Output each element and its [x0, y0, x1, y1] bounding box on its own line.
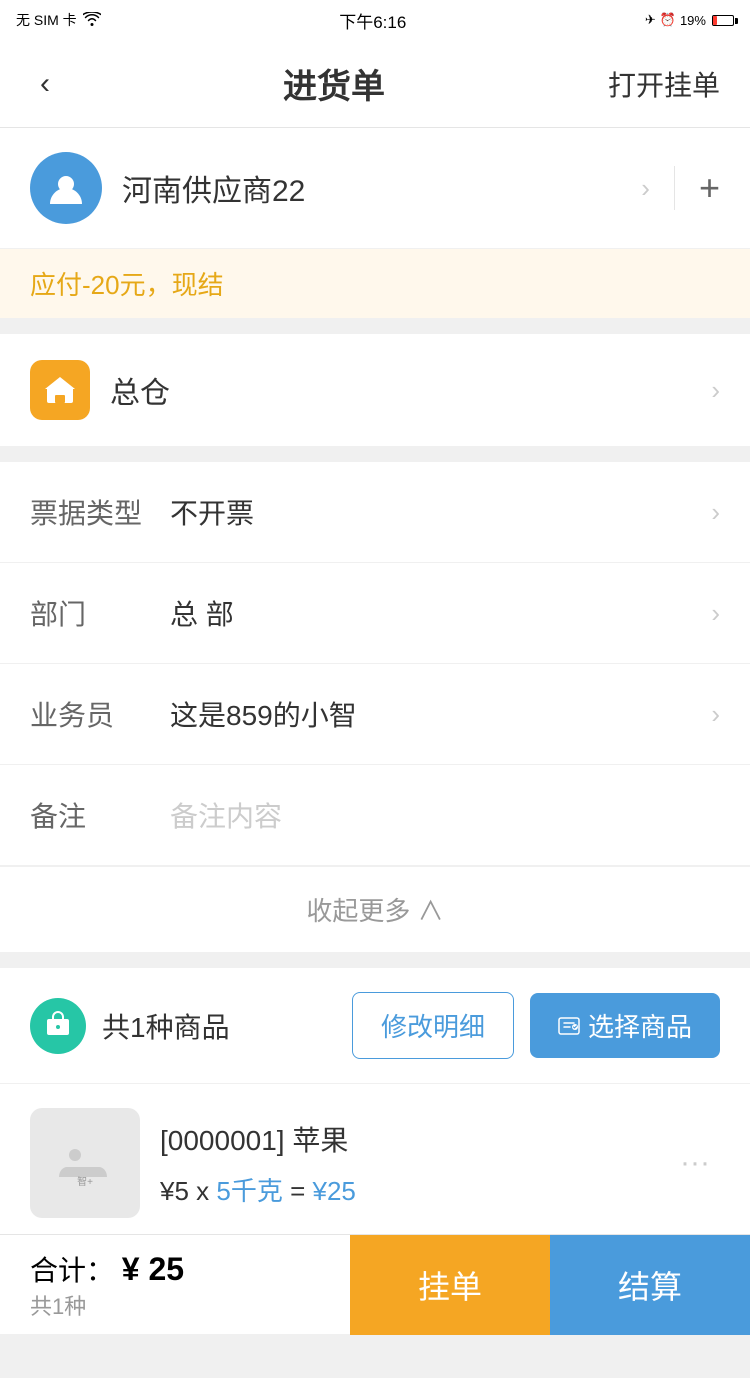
product-name-text: 苹果 — [292, 1125, 348, 1156]
supplier-avatar — [30, 152, 102, 224]
product-more-button[interactable]: ··· — [670, 1136, 720, 1190]
location-icon: ✈ — [645, 12, 656, 28]
product-qty: 5千克 — [216, 1176, 282, 1206]
vertical-divider — [674, 166, 675, 210]
product-equals: = — [283, 1176, 313, 1206]
products-card: 共1种商品 修改明细 选择商品 智+ — [0, 968, 750, 1242]
svg-text:智+: 智+ — [77, 1175, 93, 1188]
product-info: [0000001] 苹果 ¥5 x 5千克 = ¥25 — [160, 1119, 670, 1208]
total-count: 共1种 — [30, 1289, 320, 1321]
bottom-bar: 合计： ¥ 25 共1种 挂单 结算 — [0, 1234, 750, 1334]
warehouse-chevron-icon: › — [711, 375, 720, 406]
total-label: 合计： — [30, 1255, 114, 1286]
status-bar: 无 SIM 卡 下午6:16 ✈ ⏰ 19% — [0, 0, 750, 40]
battery-icon — [712, 15, 734, 26]
ticket-type-value: 不开票 — [170, 492, 711, 532]
supplier-chevron-icon: › — [641, 173, 650, 204]
back-button[interactable]: ‹ — [30, 57, 60, 111]
select-product-label: 选择商品 — [588, 1007, 692, 1044]
supplier-row[interactable]: 河南供应商22 › + — [0, 128, 750, 249]
warehouse-name: 总仓 — [110, 368, 711, 412]
select-product-button[interactable]: 选择商品 — [530, 993, 720, 1058]
warehouse-icon — [30, 360, 90, 420]
warehouse-row[interactable]: 总仓 › — [0, 334, 750, 446]
sales-chevron-icon: › — [711, 699, 720, 730]
open-hang-button[interactable]: 打开挂单 — [608, 64, 720, 104]
dept-chevron-icon: › — [711, 598, 720, 629]
product-price: ¥5 x 5千克 = ¥25 — [160, 1171, 670, 1208]
page-title: 进货单 — [283, 59, 385, 108]
status-right: ✈ ⏰ 19% — [645, 12, 734, 28]
nav-bar: ‹ 进货单 打开挂单 — [0, 40, 750, 128]
product-header: 共1种商品 修改明细 选择商品 — [0, 968, 750, 1084]
sales-label: 业务员 — [30, 694, 150, 734]
product-item: 智+ [0000001] 苹果 ¥5 x 5千克 = ¥25 ··· — [0, 1084, 750, 1242]
carrier-text: 无 SIM 卡 — [16, 10, 77, 30]
dept-label: 部门 — [30, 593, 150, 633]
ticket-type-row[interactable]: 票据类型 不开票 › — [0, 462, 750, 563]
total-section: 合计： ¥ 25 共1种 — [0, 1249, 350, 1321]
product-total: ¥25 — [312, 1176, 355, 1206]
form-card: 票据类型 不开票 › 部门 总 部 › 业务员 这是859的小智 › 备注 备注… — [0, 462, 750, 952]
collapse-button[interactable]: 收起更多 ∧ — [0, 866, 750, 952]
note-row[interactable]: 备注 备注内容 — [0, 765, 750, 866]
status-left: 无 SIM 卡 — [16, 10, 101, 30]
supplier-name: 河南供应商22 — [122, 166, 641, 210]
note-input[interactable]: 备注内容 — [170, 795, 720, 835]
edit-detail-button[interactable]: 修改明细 — [352, 992, 514, 1059]
add-supplier-button[interactable]: + — [699, 167, 720, 209]
warehouse-card: 总仓 › — [0, 334, 750, 446]
product-thumbnail: 智+ — [30, 1108, 140, 1218]
dept-row[interactable]: 部门 总 部 › — [0, 563, 750, 664]
battery-text: 19% — [680, 13, 706, 28]
total-amount: ¥ 25 — [122, 1251, 184, 1287]
product-name: [0000001] 苹果 — [160, 1119, 670, 1159]
supplier-card: 河南供应商22 › + 应付-20元，现结 — [0, 128, 750, 318]
ticket-type-label: 票据类型 — [30, 492, 150, 532]
ticket-type-chevron-icon: › — [711, 497, 720, 528]
sales-value: 这是859的小智 — [170, 694, 711, 734]
product-count-label: 共1种商品 — [102, 1006, 352, 1046]
status-time: 下午6:16 — [339, 8, 406, 33]
wifi-icon — [83, 12, 101, 29]
alarm-icon: ⏰ — [660, 12, 676, 28]
sales-row[interactable]: 业务员 这是859的小智 › — [0, 664, 750, 765]
settle-button[interactable]: 结算 — [550, 1235, 750, 1335]
supplier-notice: 应付-20元，现结 — [0, 249, 750, 318]
product-code: [0000001] — [160, 1125, 292, 1156]
hang-order-button[interactable]: 挂单 — [350, 1235, 550, 1335]
dept-value: 总 部 — [170, 593, 711, 633]
main-content: 河南供应商22 › + 应付-20元，现结 总仓 › 票据类型 不开票 › — [0, 128, 750, 1378]
note-label: 备注 — [30, 795, 150, 835]
product-count-icon — [30, 998, 86, 1054]
product-unit-price: ¥5 x — [160, 1176, 216, 1206]
total-row: 合计： ¥ 25 — [30, 1249, 320, 1289]
